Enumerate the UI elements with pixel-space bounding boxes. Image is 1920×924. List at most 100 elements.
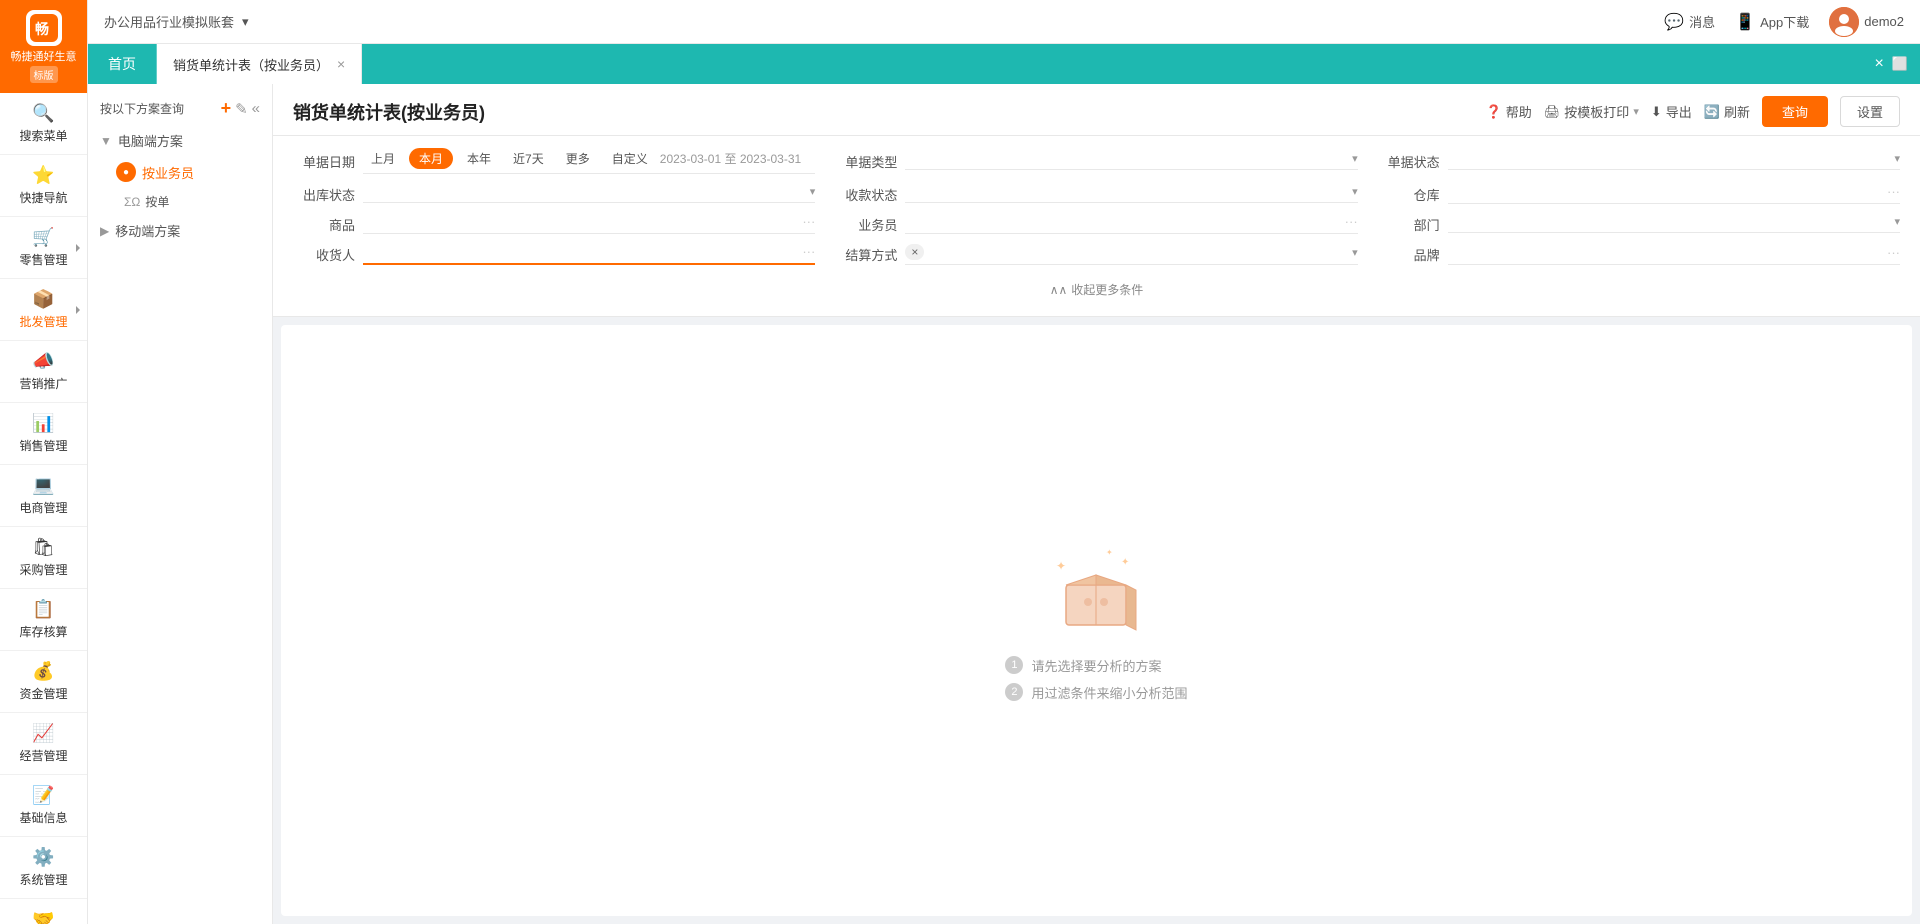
window-close-btn[interactable]: × [1874,55,1883,73]
print-btn[interactable]: 🖨 按模板打印 ▾ [1544,102,1639,121]
warehouse-field[interactable]: ··· [1448,184,1900,204]
message-btn[interactable]: 💬 消息 [1664,12,1715,32]
scheme-by-salesperson[interactable]: ● 按业务员 [88,156,272,188]
goods-more-icon[interactable]: ··· [802,214,815,229]
marketing-icon: 📣 [32,351,54,372]
doc-type-field[interactable]: ▾ [905,152,1357,170]
tab-close-btn[interactable]: × [337,57,345,71]
sidebar-item-purchase[interactable]: 🛍 采购管理 [0,527,88,589]
sidebar-item-finance[interactable]: 💰 资金管理 [0,651,88,713]
collapse-btn[interactable]: ∧∧ 收起更多条件 [293,275,1900,304]
dept-field[interactable]: ▾ [1448,215,1900,233]
sidebar-item-inventory[interactable]: 📋 库存核算 [0,589,88,651]
mobile-scheme-group[interactable]: ▶ 移动端方案 [88,215,272,246]
sidebar-item-wholesale[interactable]: 📦 批发管理 [0,279,88,341]
filter-row-1: 单据日期 上月 本月 本年 近7天 更多 自定义 2023-03-01 至 20… [293,148,1900,174]
brand-more-icon[interactable]: ··· [1887,245,1900,260]
edit-scheme-btn[interactable]: ✎ [235,100,248,118]
sidebar-item-quick-nav[interactable]: ⭐ 快捷导航 [0,155,88,217]
pay-status-dropdown-icon[interactable]: ▾ [1352,185,1358,198]
sidebar-item-marketing[interactable]: 📣 营销推广 [0,341,88,403]
query-button[interactable]: 查询 [1762,96,1828,127]
doc-type-dropdown-icon[interactable]: ▾ [1352,152,1358,165]
date-last7-btn[interactable]: 近7天 [505,148,552,169]
filter-area: 单据日期 上月 本月 本年 近7天 更多 自定义 2023-03-01 至 20… [273,136,1920,317]
salesperson-field[interactable]: ··· [905,214,1357,234]
window-maximize-btn[interactable]: ⬜ [1892,56,1908,72]
doc-status-dropdown-icon[interactable]: ▾ [1894,152,1900,165]
date-last-month-btn[interactable]: 上月 [363,148,403,169]
tab-home[interactable]: 首页 [88,44,157,84]
page-content: 按以下方案查询 + ✎ « ▼ 电脑端方案 ● 按业务员 [88,84,1920,924]
tip-num-1: 1 [1005,656,1023,674]
date-custom-btn[interactable]: 自定义 [604,148,656,169]
warehouse-more-icon[interactable]: ··· [1887,184,1900,199]
salesperson-more-icon[interactable]: ··· [1345,214,1358,229]
refresh-label: 刷新 [1724,102,1750,121]
filter-row-4: 收货人 ··· 结算方式 × ▾ 品牌 [293,244,1900,265]
settlement-tag[interactable]: × [905,244,924,260]
scheme-sub-by-order[interactable]: ΣΩ 按单 [88,188,272,215]
sidebar-item-retail[interactable]: 🛒 零售管理 [0,217,88,279]
chevron-down-icon: ▼ [100,134,112,148]
dept-dropdown-icon[interactable]: ▾ [1894,215,1900,228]
date-this-year-btn[interactable]: 本年 [459,148,499,169]
sidebar-item-system[interactable]: ⚙️ 系统管理 [0,837,88,899]
panel-actions: + ✎ « [221,98,260,119]
refresh-btn[interactable]: 🔄 刷新 [1704,102,1750,121]
svg-text:✦: ✦ [1106,548,1113,557]
user-menu[interactable]: demo2 [1829,7,1904,37]
desktop-scheme-group: ▼ 电脑端方案 ● 按业务员 ΣΩ 按单 [88,125,272,215]
receiver-more-icon[interactable]: ··· [802,244,815,259]
date-more-btn[interactable]: 更多 [558,148,598,169]
empty-tip-2: 2 用过滤条件来缩小分析范围 [1005,683,1187,702]
data-area: ✦ ✦ ✦ 1 请先选择要分析的方案 2 用过滤条件来缩小分析范围 [281,325,1912,916]
export-btn[interactable]: ⬇ 导出 [1651,102,1692,121]
dept-label: 部门 [1378,215,1448,234]
sidebar-item-operations[interactable]: 📈 经营管理 [0,713,88,775]
help-btn[interactable]: ❓ 帮助 [1486,102,1532,121]
sidebar-label-search: 搜索菜单 [19,127,67,144]
date-this-month-btn[interactable]: 本月 [409,148,453,169]
sub-label: 按单 [145,193,169,210]
scheme-name-label: 按业务员 [142,163,194,182]
sidebar-item-basic-info[interactable]: 📝 基础信息 [0,775,88,837]
settlement-dropdown-icon[interactable]: ▾ [1352,246,1358,259]
date-range: 2023-03-01 至 2023-03-31 [660,150,801,167]
sidebar-item-sales[interactable]: 📊 销售管理 [0,403,88,465]
settlement-tag-x[interactable]: × [911,245,918,259]
basic-info-icon: 📝 [32,785,54,806]
app-name: 畅捷通好生意 [11,50,77,64]
left-panel-header: 按以下方案查询 + ✎ « [88,92,272,125]
sidebar-item-enterprise[interactable]: 🤝 企业协同 [0,899,88,924]
avatar [1829,7,1859,37]
sidebar-label-wholesale: 批发管理 [19,313,67,330]
export-label: 导出 [1666,102,1692,121]
app-download-btn[interactable]: 📱 App下载 [1735,12,1809,32]
app-logo[interactable]: 畅 畅捷通好生意 标版 [0,0,88,93]
logo-icon: 畅 [26,10,62,46]
settings-button[interactable]: 设置 [1840,96,1900,127]
desktop-group-header[interactable]: ▼ 电脑端方案 [88,125,272,156]
app-download-label: App下载 [1760,12,1809,31]
add-scheme-btn[interactable]: + [221,98,232,119]
sidebar-item-search[interactable]: 🔍 搜索菜单 [0,93,88,155]
date-quick-btns: 上月 本月 本年 近7天 更多 自定义 [363,148,656,169]
brand-field[interactable]: ··· [1448,245,1900,265]
out-status-dropdown-icon[interactable]: ▾ [810,185,816,198]
help-label: 帮助 [1506,102,1532,121]
receiver-field[interactable]: ··· [363,244,815,265]
out-status-field[interactable]: ▾ [363,185,815,203]
doc-status-field[interactable]: ▾ [1448,152,1900,170]
receiver-label: 收货人 [293,245,363,264]
collapse-panel-btn[interactable]: « [252,100,260,117]
sidebar-item-ecommerce[interactable]: 💻 电商管理 [0,465,88,527]
goods-field[interactable]: ··· [363,214,815,234]
tab-active[interactable]: 销货单统计表（按业务员） × [157,44,362,84]
print-dropdown-icon[interactable]: ▾ [1633,105,1639,118]
page-title: 销货单统计表(按业务员) [293,99,485,125]
settlement-field[interactable]: × ▾ [905,244,1357,265]
settlement-label: 结算方式 [835,245,905,264]
pay-status-field[interactable]: ▾ [905,185,1357,203]
breadcrumb-dropdown[interactable]: ▾ [242,14,249,30]
